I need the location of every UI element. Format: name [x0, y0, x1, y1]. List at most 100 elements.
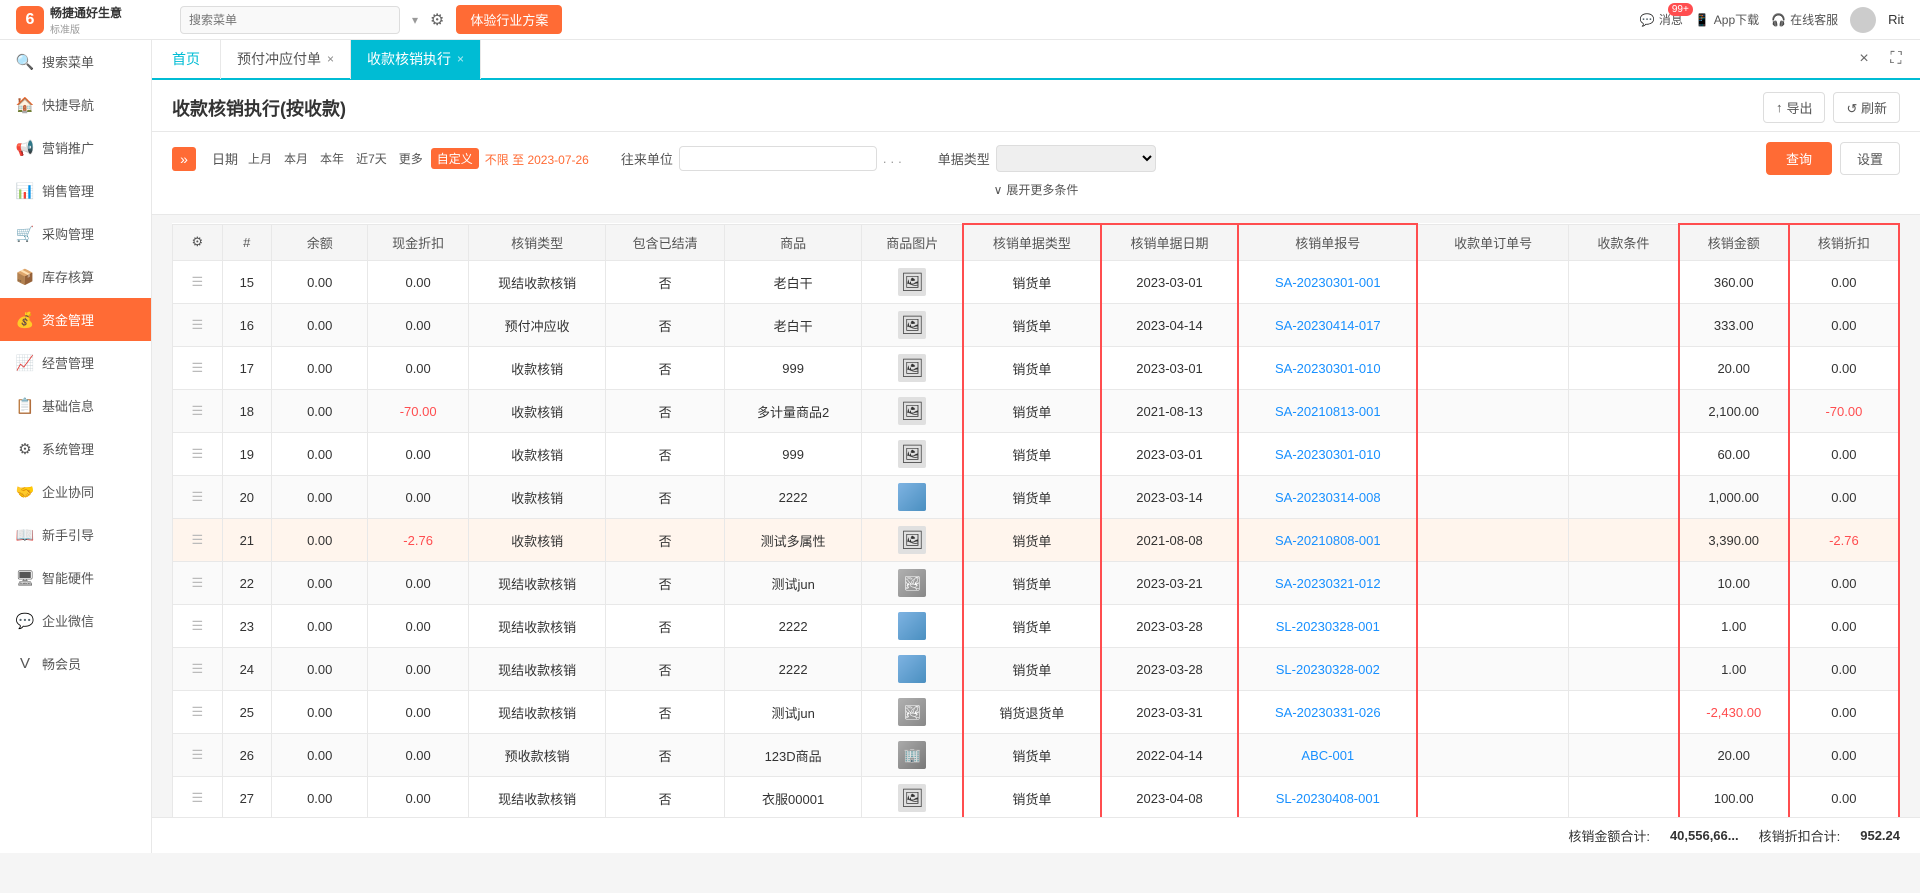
export-button[interactable]: ↑ 导出	[1763, 92, 1826, 123]
solution-button[interactable]: 体验行业方案	[456, 5, 562, 34]
partner-dots[interactable]: ...	[883, 151, 906, 166]
marketing-icon: 📢	[16, 139, 34, 157]
bill-no-link[interactable]: SA-20210808-001	[1275, 533, 1381, 548]
bill-no-link[interactable]: SA-20230314-008	[1275, 490, 1381, 505]
col-receipt-order-no-header: 收款单订单号	[1417, 224, 1568, 261]
cell-no: 17	[222, 347, 272, 390]
cell-cash-discount: 0.00	[368, 648, 468, 691]
tab-close-all-icon[interactable]: ×	[1852, 47, 1876, 71]
bill-no-link[interactable]: SL-20230328-002	[1276, 662, 1380, 677]
cell-verify-bill-no: SL-20230328-001	[1238, 605, 1417, 648]
cell-verify-type: 收款核销	[468, 433, 606, 476]
tab-prepay-close-icon[interactable]: ×	[327, 52, 334, 66]
table-row: ☰ 26 0.00 0.00 预收款核销 否 123D商品 🏢 销货单 2022…	[173, 734, 1900, 777]
sidebar-item-sales[interactable]: 📊 销售管理	[0, 169, 151, 212]
cell-verify-bill-type: 销货单	[963, 347, 1101, 390]
column-settings-icon[interactable]: ⚙	[191, 234, 203, 249]
sidebar-item-finance[interactable]: 💰 资金管理	[0, 298, 151, 341]
bill-no-link[interactable]: ABC-001	[1301, 748, 1354, 763]
cell-product-img: 🖼	[862, 261, 963, 304]
sidebar-item-hardware[interactable]: 🖥 智能硬件	[0, 556, 151, 599]
cell-verify-bill-date: 2021-08-08	[1101, 519, 1239, 562]
tab-receipt[interactable]: 收款核销执行 ×	[351, 40, 481, 79]
sidebar-item-marketing[interactable]: 📢 营销推广	[0, 126, 151, 169]
bill-no-link[interactable]: SL-20230408-001	[1276, 791, 1380, 806]
date-btn-more[interactable]: 更多	[395, 148, 427, 169]
col-balance-header: 余额	[272, 224, 368, 261]
cell-receipt-order-no	[1417, 476, 1568, 519]
message-button[interactable]: 💬 消息 99+	[1640, 11, 1683, 28]
sidebar-item-search[interactable]: 🔍 搜索菜单	[0, 40, 151, 83]
cell-verify-bill-type: 销货单	[963, 390, 1101, 433]
expand-label: 展开更多条件	[1006, 181, 1078, 198]
cell-receipt-condition	[1569, 261, 1679, 304]
search-input[interactable]	[180, 6, 400, 34]
cell-no: 22	[222, 562, 272, 605]
purchase-icon: 🛒	[16, 225, 34, 243]
sidebar-label: 快捷导航	[42, 95, 94, 114]
avatar[interactable]	[1850, 7, 1876, 33]
bill-no-link[interactable]: SA-20230414-017	[1275, 318, 1381, 333]
sidebar-item-nav[interactable]: 🏠 快捷导航	[0, 83, 151, 126]
cell-product-img: 🏞	[862, 691, 963, 734]
cell-verify-discount: 0.00	[1789, 691, 1899, 734]
bill-no-link[interactable]: SA-20210813-001	[1275, 404, 1381, 419]
tab-receipt-label: 收款核销执行	[367, 49, 451, 69]
sidebar-item-member[interactable]: V 畅会员	[0, 642, 151, 685]
settings-icon[interactable]: ⚙	[430, 10, 444, 30]
bill-no-link[interactable]: SA-20230331-026	[1275, 705, 1381, 720]
cell-verify-bill-no: SA-20230301-001	[1238, 261, 1417, 304]
date-btn-thismonth[interactable]: 本月	[280, 148, 312, 169]
sidebar-item-collab[interactable]: 🤝 企业协同	[0, 470, 151, 513]
cell-no: 15	[222, 261, 272, 304]
bill-no-link[interactable]: SA-20230301-010	[1275, 361, 1381, 376]
date-btn-lastmonth[interactable]: 上月	[244, 148, 276, 169]
cell-verify-bill-type: 销货单	[963, 261, 1101, 304]
refresh-button[interactable]: ↺ 刷新	[1833, 92, 1900, 123]
app-download-button[interactable]: 📱 App下载	[1695, 11, 1759, 28]
bill-no-link[interactable]: SA-20230321-012	[1275, 576, 1381, 591]
query-button[interactable]: 查询	[1766, 142, 1832, 175]
cell-product: 2222	[724, 648, 862, 691]
refresh-icon: ↺	[1846, 101, 1857, 116]
setting-button[interactable]: 设置	[1840, 142, 1900, 175]
online-service-button[interactable]: 🎧 在线客服	[1771, 11, 1838, 28]
tab-receipt-close-icon[interactable]: ×	[457, 52, 464, 66]
sidebar-item-system[interactable]: ⚙ 系统管理	[0, 427, 151, 470]
filter-expand-arrow[interactable]: »	[172, 147, 196, 171]
cell-verify-amount: 2,100.00	[1679, 390, 1789, 433]
sidebar-item-wechat[interactable]: 💬 企业微信	[0, 599, 151, 642]
date-btn-thisyear[interactable]: 本年	[316, 148, 348, 169]
bill-no-link[interactable]: SA-20230301-010	[1275, 447, 1381, 462]
cell-product-img: 🖼	[862, 519, 963, 562]
sidebar-item-operation[interactable]: 📈 经营管理	[0, 341, 151, 384]
expand-arrow-icon: ∨	[994, 183, 1003, 197]
tab-maximize-icon[interactable]: ⛶	[1884, 47, 1908, 71]
bill-no-link[interactable]: SA-20230301-001	[1275, 275, 1381, 290]
table-row: ☰ 15 0.00 0.00 现结收款核销 否 老白干 🖼 销货单 2023-0…	[173, 261, 1900, 304]
table-row: ☰ 19 0.00 0.00 收款核销 否 999 🖼 销货单 2023-03-…	[173, 433, 1900, 476]
sidebar-item-basic[interactable]: 📋 基础信息	[0, 384, 151, 427]
tab-home[interactable]: 首页	[152, 40, 221, 79]
tab-prepay[interactable]: 预付冲应付单 ×	[221, 40, 351, 79]
voucher-type-select[interactable]	[996, 145, 1156, 172]
col-receipt-condition-header: 收款条件	[1569, 224, 1679, 261]
bill-no-link[interactable]: SL-20230328-001	[1276, 619, 1380, 634]
date-btn-7days[interactable]: 近7天	[352, 148, 391, 169]
date-btn-custom[interactable]: 自定义	[431, 148, 479, 169]
sidebar-item-purchase[interactable]: 🛒 采购管理	[0, 212, 151, 255]
cell-include-settled: 否	[606, 476, 724, 519]
cell-include-settled: 否	[606, 304, 724, 347]
expand-conditions-row[interactable]: ∨ 展开更多条件	[172, 175, 1900, 204]
cell-verify-bill-type: 销货单	[963, 777, 1101, 818]
tab-bar-actions: × ⛶	[1852, 47, 1920, 71]
sidebar-item-guide[interactable]: 📖 新手引导	[0, 513, 151, 556]
wechat-icon: 💬	[16, 612, 34, 630]
table-container[interactable]: ⚙ # 余额 现金折扣 核销类型 包含已结清 商品 商品图片 核销单据类型 核销…	[152, 215, 1920, 817]
partner-input[interactable]	[679, 146, 877, 171]
sidebar-item-inventory[interactable]: 📦 库存核算	[0, 255, 151, 298]
col-verify-discount-header: 核销折扣	[1789, 224, 1899, 261]
cell-include-settled: 否	[606, 519, 724, 562]
dropdown-arrow-icon[interactable]: ▾	[412, 13, 418, 27]
cell-verify-amount: 20.00	[1679, 734, 1789, 777]
